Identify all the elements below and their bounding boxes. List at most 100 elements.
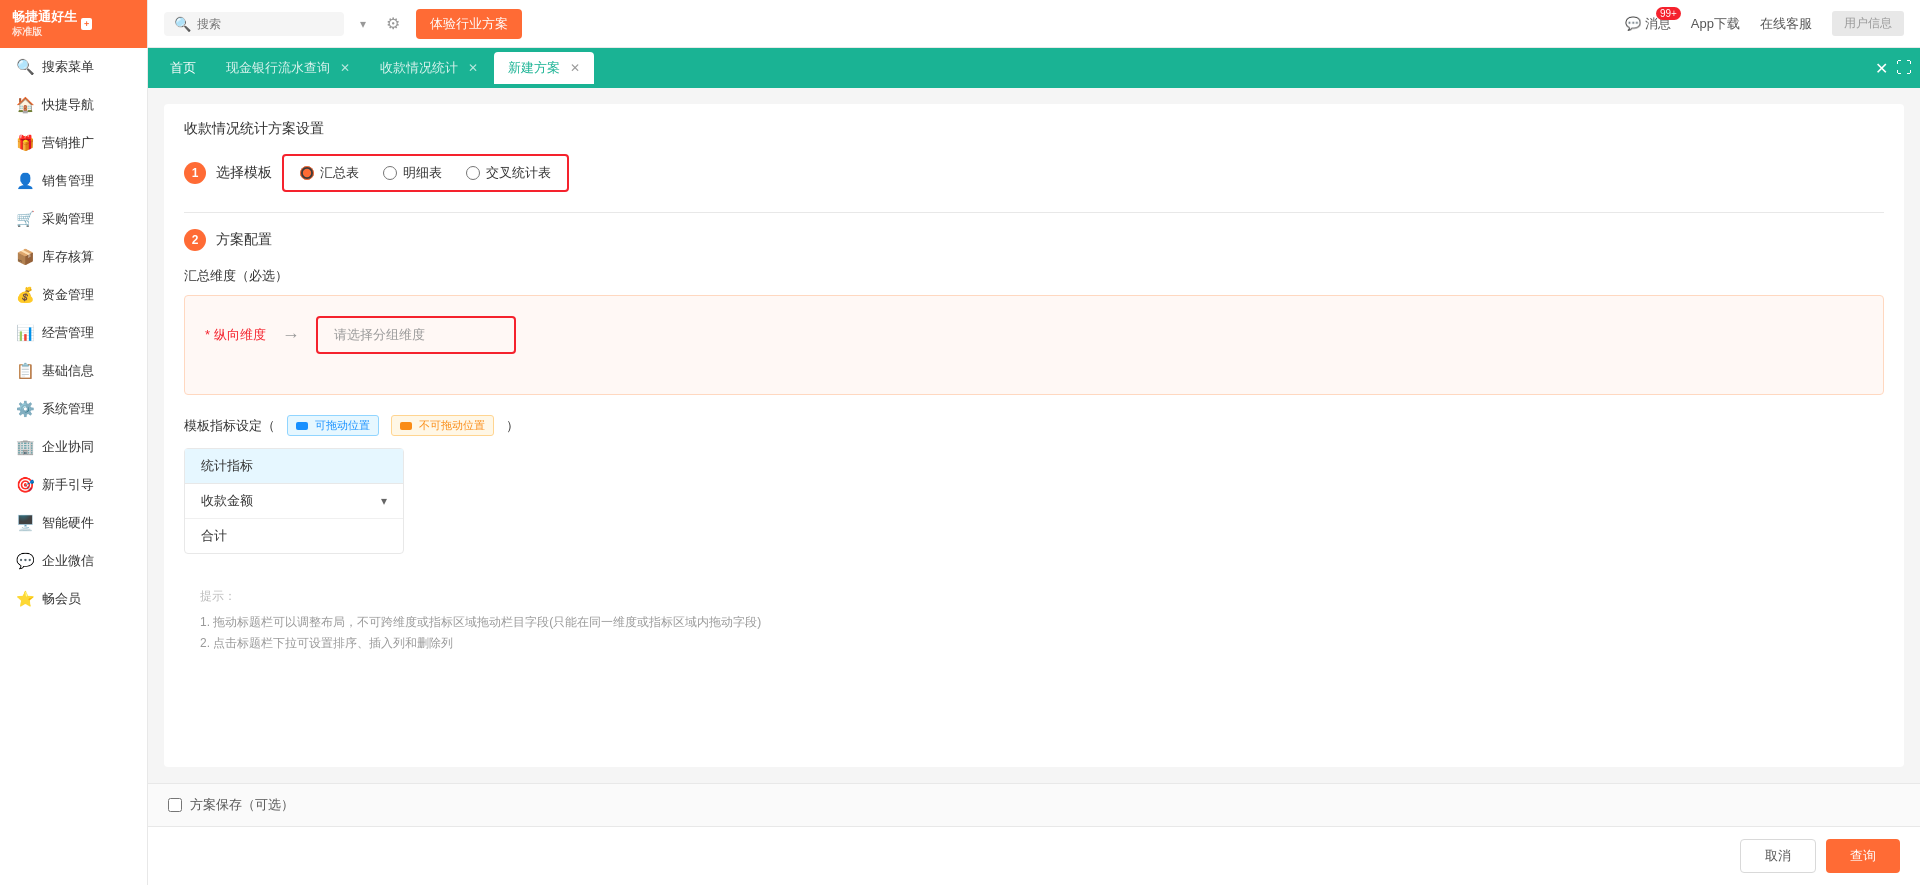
dimension-arrow: →: [282, 325, 300, 346]
chat-icon: 💬: [16, 552, 34, 570]
indicators-label-row: 模板指标设定（ 可拖动位置 不可拖动位置 ）: [184, 415, 1884, 436]
radio-detail-input[interactable]: [383, 166, 397, 180]
sidebar-item-quicknav[interactable]: 🏠 快捷导航: [0, 86, 147, 124]
sidebar-item-wechat[interactable]: 💬 企业微信: [0, 542, 147, 580]
dimension-config-label: 汇总维度（必选）: [184, 267, 1884, 285]
sidebar-item-label: 销售管理: [42, 172, 94, 190]
bottom-action-bar: 取消 查询: [148, 826, 1920, 885]
dimension-area: * 纵向维度 → 请选择分组维度: [184, 295, 1884, 395]
header-chevron-icon[interactable]: ▾: [360, 17, 366, 31]
page-card: 收款情况统计方案设置 1 选择模板 汇总表 明细表: [164, 104, 1904, 767]
clipboard-icon: 📋: [16, 362, 34, 380]
sidebar-item-label: 新手引导: [42, 476, 94, 494]
tip-line-2: 2. 点击标题栏下拉可设置排序、插入列和删除列: [200, 633, 1868, 655]
fixed-badge: 不可拖动位置: [391, 415, 494, 436]
sidebar-item-funds[interactable]: 💰 资金管理: [0, 276, 147, 314]
cancel-button[interactable]: 取消: [1740, 839, 1816, 873]
vertical-dimension-label: * 纵向维度: [205, 326, 266, 344]
sidebar-item-label: 企业微信: [42, 552, 94, 570]
radio-cross[interactable]: 交叉统计表: [466, 164, 551, 182]
radio-cross-input[interactable]: [466, 166, 480, 180]
step1-section: 1 选择模板 汇总表 明细表 交叉统计表: [184, 154, 1884, 192]
step2-header: 2 方案配置: [184, 229, 1884, 251]
radio-summary[interactable]: 汇总表: [300, 164, 359, 182]
indicators-section: 模板指标设定（ 可拖动位置 不可拖动位置 ） 统计指标 收款金额: [184, 415, 1884, 554]
top-header: 🔍 ▾ ⚙ 体验行业方案 💬 消息 99+ App下载 在线客服 用户信息: [148, 0, 1920, 48]
notification-badge: 99+: [1656, 7, 1681, 20]
radio-summary-label: 汇总表: [320, 164, 359, 182]
dimension-placeholder: 请选择分组维度: [334, 327, 425, 342]
tab-home[interactable]: 首页: [156, 52, 210, 84]
tab-collection-close[interactable]: ✕: [468, 61, 478, 75]
sidebar-item-label: 企业协同: [42, 438, 94, 456]
sidebar-item-purchase[interactable]: 🛒 采购管理: [0, 200, 147, 238]
indicator-chevron-0[interactable]: ▾: [381, 494, 387, 508]
sidebar-item-label: 畅会员: [42, 590, 81, 608]
sidebar-item-marketing[interactable]: 🎁 营销推广: [0, 124, 147, 162]
header-right: 💬 消息 99+ App下载 在线客服 用户信息: [1625, 11, 1904, 36]
save-checkbox[interactable]: [168, 798, 182, 812]
header-gear-icon[interactable]: ⚙: [386, 14, 400, 33]
search-icon: 🔍: [174, 16, 191, 32]
search-input[interactable]: [197, 17, 317, 31]
message-icon-area[interactable]: 💬 消息 99+: [1625, 15, 1671, 33]
tab-bar: 首页 现金银行流水查询 ✕ 收款情况统计 ✕ 新建方案 ✕ ✕ ⛶: [148, 48, 1920, 88]
tab-newplan[interactable]: 新建方案 ✕: [494, 52, 594, 84]
divider1: [184, 212, 1884, 213]
building-icon: 🏢: [16, 438, 34, 456]
tab-collection-label: 收款情况统计: [380, 59, 458, 77]
sidebar-item-system[interactable]: ⚙️ 系统管理: [0, 390, 147, 428]
sidebar-item-member[interactable]: ⭐ 畅会员: [0, 580, 147, 618]
tips-section: 提示： 1. 拖动标题栏可以调整布局，不可跨维度或指标区域拖动栏目字段(只能在同…: [184, 574, 1884, 667]
dimension-select[interactable]: 请选择分组维度: [316, 316, 516, 354]
money-icon: 💰: [16, 286, 34, 304]
home-icon: 🏠: [16, 96, 34, 114]
radio-detail-label: 明细表: [403, 164, 442, 182]
sidebar-item-inventory[interactable]: 📦 库存核算: [0, 238, 147, 276]
sidebar-item-base[interactable]: 📋 基础信息: [0, 352, 147, 390]
tab-close-window-icon[interactable]: ✕: [1875, 59, 1888, 78]
sidebar-item-label: 基础信息: [42, 362, 94, 380]
cart-icon: 🛒: [16, 210, 34, 228]
tab-maximize-icon[interactable]: ⛶: [1896, 59, 1912, 77]
sidebar-item-hardware[interactable]: 🖥️ 智能硬件: [0, 504, 147, 542]
sidebar-item-label: 搜索菜单: [42, 58, 94, 76]
save-label: 方案保存（可选）: [190, 796, 294, 814]
header-search-box[interactable]: 🔍: [164, 12, 344, 36]
indicator-row-1: 合计: [185, 519, 403, 553]
tab-newplan-label: 新建方案: [508, 59, 560, 77]
logo-sub: 标准版: [12, 25, 77, 39]
sidebar-item-label: 智能硬件: [42, 514, 94, 532]
sidebar-item-label: 采购管理: [42, 210, 94, 228]
gear-icon: ⚙️: [16, 400, 34, 418]
sidebar-item-label: 系统管理: [42, 400, 94, 418]
tab-newplan-close[interactable]: ✕: [570, 61, 580, 75]
fixed-badge-label: 不可拖动位置: [419, 418, 485, 433]
draggable-badge: 可拖动位置: [287, 415, 379, 436]
footer-save-bar: 方案保存（可选）: [148, 783, 1920, 826]
sidebar-item-sales[interactable]: 👤 销售管理: [0, 162, 147, 200]
sidebar-item-newbie[interactable]: 🎯 新手引导: [0, 466, 147, 504]
app-download-link[interactable]: App下载: [1691, 15, 1740, 33]
online-service-link[interactable]: 在线客服: [1760, 15, 1812, 33]
tab-bank-close[interactable]: ✕: [340, 61, 350, 75]
sidebar-item-label: 资金管理: [42, 286, 94, 304]
radio-summary-input[interactable]: [300, 166, 314, 180]
user-info[interactable]: 用户信息: [1832, 11, 1904, 36]
radio-detail[interactable]: 明细表: [383, 164, 442, 182]
step1-header: 1 选择模板 汇总表 明细表 交叉统计表: [184, 154, 1884, 192]
sidebar-item-label: 经营管理: [42, 324, 94, 342]
tips-title: 提示：: [200, 586, 1868, 608]
sidebar-item-enterprise[interactable]: 🏢 企业协同: [0, 428, 147, 466]
dimension-config: 汇总维度（必选） * 纵向维度 → 请选择分组维度: [184, 267, 1884, 395]
tab-bank[interactable]: 现金银行流水查询 ✕: [212, 52, 364, 84]
tab-collection[interactable]: 收款情况统计 ✕: [366, 52, 492, 84]
query-button[interactable]: 查询: [1826, 839, 1900, 873]
sidebar-item-search[interactable]: 🔍 搜索菜单: [0, 48, 147, 86]
sidebar-item-operations[interactable]: 📊 经营管理: [0, 314, 147, 352]
trial-button[interactable]: 体验行业方案: [416, 9, 522, 39]
indicators-table-header: 统计指标: [185, 449, 403, 484]
sidebar-item-label: 库存核算: [42, 248, 94, 266]
step2-num: 2: [184, 229, 206, 251]
main-area: 🔍 ▾ ⚙ 体验行业方案 💬 消息 99+ App下载 在线客服 用户信息 首页…: [148, 0, 1920, 885]
